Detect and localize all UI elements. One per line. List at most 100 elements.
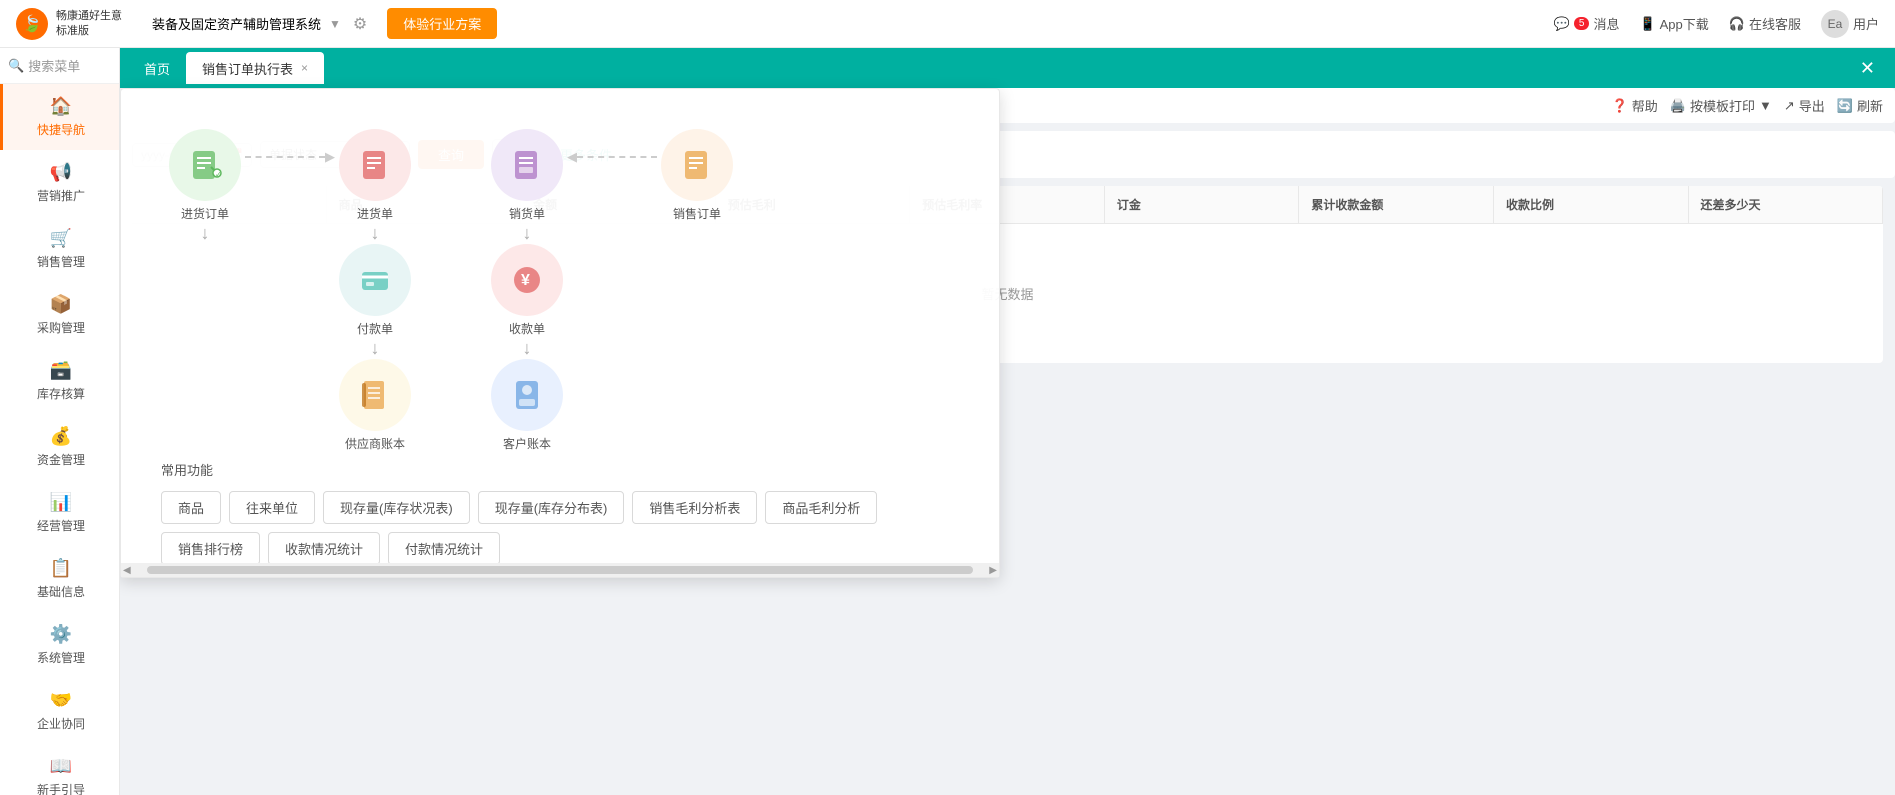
func-btn-product-profit[interactable]: 商品毛利分析 [765, 491, 877, 524]
common-functions: 常用功能 商品 往来单位 现存量(库存状况表) 现存量(库存分布表) 销售毛利分… [145, 460, 975, 565]
sidebar-item-guide[interactable]: 📖 新手引导 [0, 744, 119, 795]
sidebar-item-sales[interactable]: 🛒 销售管理 [0, 216, 119, 282]
main-content: 首页 销售订单执行表 × ✕ ❓ 帮助 🖨️ 按模板打印 ▼ ↗ 导出 🔄 刷新… [120, 48, 1895, 795]
node-payment-in[interactable]: ¥ [491, 244, 563, 316]
arrow-down-4: ↓ [523, 224, 532, 242]
help-button[interactable]: ❓ 帮助 [1612, 96, 1658, 115]
service-icon: 🎧 [1729, 16, 1745, 32]
refresh-button[interactable]: 🔄 刷新 [1837, 96, 1883, 115]
node-sales-label: 销货单 [509, 205, 545, 222]
online-service-label: 在线客服 [1749, 14, 1801, 33]
node-purchase[interactable] [339, 129, 411, 201]
avatar: Ea [1821, 10, 1849, 38]
node-payment-out[interactable] [339, 244, 411, 316]
scroll-thumb[interactable] [147, 566, 974, 574]
dropdown-arrow-icon[interactable]: ▼ [329, 17, 341, 31]
func-btn-product[interactable]: 商品 [161, 491, 221, 524]
tab-bar-close-icon[interactable]: ✕ [1848, 58, 1887, 79]
sidebar-item-label: 新手引导 [37, 781, 85, 795]
sidebar-item-system[interactable]: ⚙️ 系统管理 [0, 612, 119, 678]
svg-text:¥: ¥ [521, 272, 530, 289]
guide-icon: 📖 [50, 756, 72, 777]
sidebar-search[interactable]: 🔍 搜索菜单 [0, 48, 119, 84]
download-icon: 📱 [1639, 16, 1655, 32]
sidebar-item-label: 企业协同 [37, 715, 85, 732]
export-icon: ↗ [1784, 98, 1795, 114]
func-btn-stock-dist[interactable]: 现存量(库存分布表) [478, 491, 625, 524]
message-action[interactable]: 💬 5 消息 [1554, 14, 1620, 33]
col-deposit: 订金 [1105, 186, 1300, 223]
func-btn-receipt-stats[interactable]: 收款情况统计 [268, 532, 380, 565]
user-action[interactable]: Ea 用户 [1821, 10, 1879, 38]
func-btn-sales-rank[interactable]: 销售排行榜 [161, 532, 260, 565]
message-badge: 5 [1574, 17, 1590, 30]
basic-icon: 📋 [50, 558, 72, 579]
sidebar-item-label: 销售管理 [37, 253, 85, 270]
sidebar-item-purchase[interactable]: 📦 采购管理 [0, 282, 119, 348]
tab-bar: 首页 销售订单执行表 × ✕ [120, 48, 1895, 88]
node-customer-ledger[interactable] [491, 359, 563, 431]
scroll-right-icon[interactable]: ▶ [989, 565, 997, 576]
scroll-bar[interactable]: ◀ ▶ [121, 563, 999, 577]
func-btn-payment-stats[interactable]: 付款情况统计 [388, 532, 500, 565]
arrow-down-3: ↓ [371, 339, 380, 357]
template-print-button[interactable]: 🖨️ 按模板打印 ▼ [1670, 96, 1772, 115]
node-sales[interactable] [491, 129, 563, 201]
sidebar-item-finance[interactable]: 💰 资金管理 [0, 414, 119, 480]
sidebar-item-quicknav[interactable]: 🏠 快捷导航 [0, 84, 119, 150]
node-supplier-ledger[interactable] [339, 359, 411, 431]
sidebar-item-operations[interactable]: 📊 经营管理 [0, 480, 119, 546]
purchase-icon: 📦 [50, 294, 72, 315]
print-dropdown-icon: ▼ [1759, 98, 1772, 113]
message-icon: 💬 [1554, 16, 1570, 32]
col-total-received: 累计收款金额 [1299, 186, 1494, 223]
col-days-left: 还差多少天 [1689, 186, 1884, 223]
sidebar-item-label: 库存核算 [37, 385, 85, 402]
trial-button[interactable]: 体验行业方案 [387, 8, 497, 39]
system-title: 装备及固定资产辅助管理系统 ▼ ⚙ 体验行业方案 [136, 8, 1554, 39]
app-download-action[interactable]: 📱 App下载 [1639, 14, 1708, 33]
node-supplier-ledger-label: 供应商账本 [345, 435, 405, 452]
scroll-left-icon[interactable]: ◀ [123, 565, 131, 576]
export-button[interactable]: ↗ 导出 [1784, 96, 1825, 115]
tab-close-icon[interactable]: × [301, 61, 308, 75]
logo-icon: 🍃 [16, 8, 48, 40]
node-payment-out-label: 付款单 [357, 320, 393, 337]
refresh-icon: 🔄 [1837, 98, 1853, 114]
func-btn-sales-profit[interactable]: 销售毛利分析表 [632, 491, 757, 524]
arrow-down-2: ↓ [371, 224, 380, 242]
func-btn-stock-status[interactable]: 现存量(库存状况表) [323, 491, 470, 524]
func-buttons-row1: 商品 往来单位 现存量(库存状况表) 现存量(库存分布表) 销售毛利分析表 商品… [161, 491, 959, 524]
sidebar-item-inventory[interactable]: 🗃️ 库存核算 [0, 348, 119, 414]
tab-active-label: 销售订单执行表 [202, 59, 293, 78]
sidebar-item-collab[interactable]: 🤝 企业协同 [0, 678, 119, 744]
system-icon: ⚙️ [50, 624, 72, 645]
system-name: 装备及固定资产辅助管理系统 [152, 14, 321, 33]
sidebar-item-label: 快捷导航 [37, 121, 85, 138]
sidebar-item-label: 资金管理 [37, 451, 85, 468]
marketing-icon: 📢 [50, 162, 72, 183]
search-icon: 🔍 [8, 58, 24, 74]
logo-area: 🍃 畅康通好生意 标准版 [16, 8, 136, 40]
func-buttons-row2: 销售排行榜 收款情况统计 付款情况统计 [161, 532, 959, 565]
settings-icon[interactable]: ⚙ [353, 14, 367, 34]
node-payment-in-label: 收款单 [509, 320, 545, 337]
online-service-action[interactable]: 🎧 在线客服 [1729, 14, 1801, 33]
node-purchase-order[interactable]: ✓ [169, 129, 241, 201]
tab-home[interactable]: 首页 [128, 52, 186, 84]
sidebar-item-label: 系统管理 [37, 649, 85, 666]
sidebar-item-marketing[interactable]: 📢 营销推广 [0, 150, 119, 216]
flow-diagram: ✓ 进货订单 ↓ ▶ 进货单 [145, 113, 975, 460]
tab-home-label: 首页 [144, 59, 170, 78]
tab-active[interactable]: 销售订单执行表 × [186, 52, 324, 84]
sales-icon: 🛒 [50, 228, 72, 249]
modal-overlay: ✓ 进货订单 ↓ ▶ 进货单 [120, 88, 1000, 578]
sidebar: 🔍 搜索菜单 🏠 快捷导航 📢 营销推广 🛒 销售管理 📦 采购管理 🗃️ 库存… [0, 48, 120, 795]
sidebar-item-basic[interactable]: 📋 基础信息 [0, 546, 119, 612]
arrow-down-5: ↓ [523, 339, 532, 357]
node-sales-order[interactable] [661, 129, 733, 201]
func-btn-partner[interactable]: 往来单位 [229, 491, 315, 524]
sidebar-item-label: 营销推广 [37, 187, 85, 204]
home-icon: 🏠 [50, 96, 72, 117]
sidebar-item-label: 经营管理 [37, 517, 85, 534]
